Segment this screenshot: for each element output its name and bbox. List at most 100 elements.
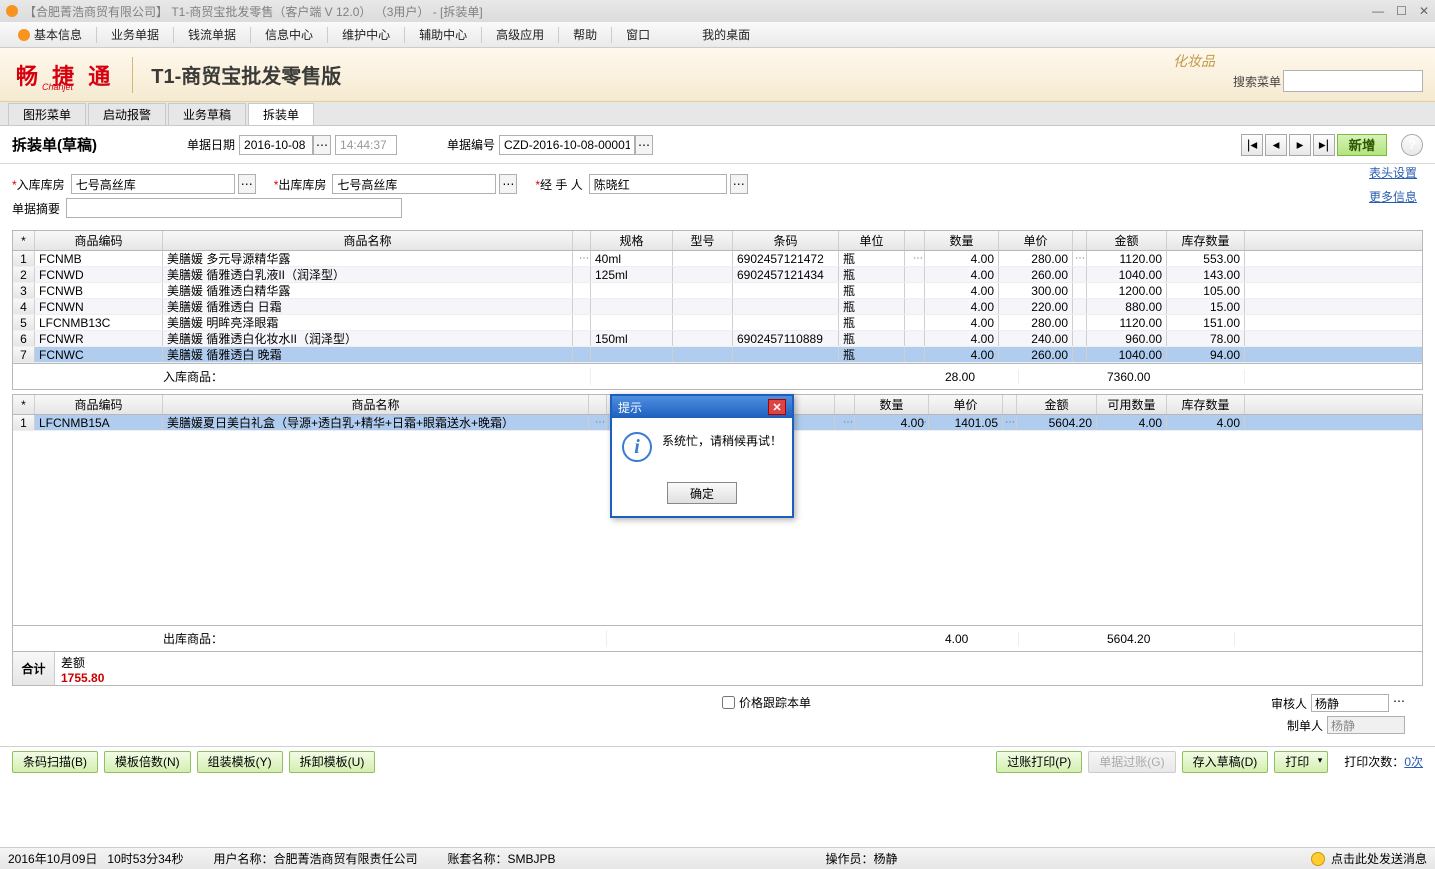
out-grid-footer: 出库商品： 4.00 5604.20 (13, 625, 1422, 651)
col-spec[interactable]: 规格 (591, 231, 673, 250)
print-button[interactable]: 打印 (1274, 751, 1328, 773)
header-settings-link[interactable]: 表头设置 (1369, 164, 1417, 181)
out-footer-amt: 5604.20 (1107, 632, 1235, 646)
new-button[interactable]: 新增 (1337, 134, 1387, 156)
total-label: 合计 (13, 652, 55, 685)
maker-label: 制单人 (1287, 717, 1323, 734)
out-footer-qty: 4.00 (945, 632, 1019, 646)
table-row[interactable]: 6FCNWR美膳媛 循雅透白化妆水II（润泽型）150ml69024571108… (13, 331, 1422, 347)
smiley-icon[interactable] (1311, 852, 1325, 866)
assemble-template-button[interactable]: 组装模板(Y) (197, 751, 283, 773)
in-grid: * 商品编码 商品名称 规格 型号 条码 单位 数量 单价 金额 库存数量 1F… (12, 230, 1423, 390)
more-info-link[interactable]: 更多信息 (1369, 188, 1417, 205)
handler-input[interactable] (589, 174, 727, 194)
menu-window[interactable]: 窗口 (612, 22, 664, 47)
print-count-label: 打印次数： (1344, 755, 1404, 769)
alert-dialog: 提示 ✕ i 系统忙，请稍候再试！ 确定 (610, 394, 794, 518)
diff-label: 差额 (61, 654, 104, 671)
price-track-checkbox[interactable] (722, 696, 735, 709)
dialog-close-icon[interactable]: ✕ (768, 399, 786, 415)
docno-label: 单据编号 (447, 136, 495, 153)
dialog-ok-button[interactable]: 确定 (667, 482, 737, 504)
auditor-picker-icon[interactable]: ⋯ (1393, 694, 1405, 712)
menu-aux[interactable]: 辅助中心 (405, 22, 481, 47)
tab-graph-menu[interactable]: 图形菜单 (8, 103, 86, 125)
help-icon[interactable]: ? (1401, 134, 1423, 156)
menu-desktop[interactable]: 我的桌面 (688, 22, 764, 47)
col-amount[interactable]: 金额 (1087, 231, 1167, 250)
maker-input (1327, 716, 1405, 734)
in-warehouse-picker-icon[interactable]: ⋯ (238, 174, 256, 194)
col-qty[interactable]: 数量 (925, 231, 999, 250)
maximize-icon[interactable]: ☐ (1396, 4, 1407, 18)
minimize-icon[interactable]: — (1372, 4, 1384, 18)
menu-maint[interactable]: 维护中心 (328, 22, 404, 47)
total-bar: 合计 差额 1755.80 (12, 652, 1423, 686)
date-label: 单据日期 (187, 136, 235, 153)
docno-input[interactable] (499, 135, 635, 155)
menu-basic[interactable]: 基本信息 (4, 22, 96, 47)
handler-picker-icon[interactable]: ⋯ (730, 174, 748, 194)
title-text: 【合肥菁浩商贸有限公司】 T1-商贸宝批发零售（客户端 V 12.0） （3用户… (24, 3, 483, 20)
menu-help[interactable]: 帮助 (559, 22, 611, 47)
template-mult-button[interactable]: 模板倍数(N) (104, 751, 191, 773)
in-grid-header: * 商品编码 商品名称 规格 型号 条码 单位 数量 单价 金额 库存数量 (13, 231, 1422, 251)
summary-input[interactable] (66, 198, 402, 218)
nav-first-button[interactable]: |◂ (1241, 134, 1263, 156)
col-price[interactable]: 单价 (999, 231, 1073, 250)
col-barcode[interactable]: 条码 (733, 231, 839, 250)
auditor-input[interactable] (1311, 694, 1389, 712)
out-warehouse-input[interactable] (332, 174, 496, 194)
doc-header: 拆装单(草稿) 单据日期 ⋯ 单据编号 ⋯ |◂ ◂ ▸ ▸| 新增 ? (0, 126, 1435, 164)
col-rownum[interactable]: * (13, 231, 35, 250)
action-bar: 条码扫描(B) 模板倍数(N) 组装模板(Y) 拆卸模板(U) 过账打印(P) … (0, 746, 1435, 776)
date-picker-icon[interactable]: ⋯ (313, 135, 331, 155)
doc-tabs: 图形菜单 启动报警 业务草稿 拆装单 (0, 102, 1435, 126)
brand-banner: 畅 捷 通 Chanjet T1-商贸宝批发零售版 化妆品 搜索菜单 (0, 48, 1435, 102)
menubar: 基本信息 业务单据 钱流单据 信息中心 维护中心 辅助中心 高级应用 帮助 窗口… (0, 22, 1435, 48)
table-row[interactable]: 4FCNWN美膳媛 循雅透白 日霜瓶4.00220.00880.0015.00 (13, 299, 1422, 315)
col-name[interactable]: 商品名称 (163, 231, 573, 250)
tab-drafts[interactable]: 业务草稿 (168, 103, 246, 125)
price-track-label: 价格跟踪本单 (739, 694, 811, 711)
table-row[interactable]: 1FCNMB美膳媛 多元导源精华露40ml6902457121472瓶4.002… (13, 251, 1422, 267)
status-time: 10时53分34秒 (107, 850, 183, 867)
product-name: T1-商贸宝批发零售版 (151, 60, 341, 89)
disassemble-template-button[interactable]: 拆卸模板(U) (289, 751, 376, 773)
nav-next-button[interactable]: ▸ (1289, 134, 1311, 156)
col-stock[interactable]: 库存数量 (1167, 231, 1245, 250)
post-print-button[interactable]: 过账打印(P) (996, 751, 1082, 773)
menu-adv[interactable]: 高级应用 (482, 22, 558, 47)
table-row[interactable]: 7FCNWC美膳媛 循雅透白 晚霜瓶4.00260.001040.0094.00 (13, 347, 1422, 363)
nav-last-button[interactable]: ▸| (1313, 134, 1335, 156)
barcode-scan-button[interactable]: 条码扫描(B) (12, 751, 98, 773)
nav-prev-button[interactable]: ◂ (1265, 134, 1287, 156)
menu-biz[interactable]: 业务单据 (97, 22, 173, 47)
col-model[interactable]: 型号 (673, 231, 733, 250)
col-unit[interactable]: 单位 (839, 231, 905, 250)
save-draft-button[interactable]: 存入草稿(D) (1182, 751, 1269, 773)
time-input[interactable] (335, 135, 397, 155)
tab-alarm[interactable]: 启动报警 (88, 103, 166, 125)
in-warehouse-input[interactable] (71, 174, 235, 194)
search-input[interactable] (1283, 70, 1423, 92)
dialog-message: 系统忙，请稍候再试！ (662, 432, 782, 449)
in-footer-amt: 7360.00 (1107, 370, 1245, 384)
search-label: 搜索菜单 (1233, 73, 1281, 90)
print-count-link[interactable]: 0次 (1404, 755, 1423, 769)
tab-disassembly[interactable]: 拆装单 (248, 103, 314, 125)
table-row[interactable]: 3FCNWB美膳媛 循雅透白精华露瓶4.00300.001200.00105.0… (13, 283, 1422, 299)
close-window-icon[interactable]: ✕ (1419, 4, 1429, 18)
docno-picker-icon[interactable]: ⋯ (635, 135, 653, 155)
table-row[interactable]: 2FCNWD美膳媛 循雅透白乳液II（润泽型）125ml690245712143… (13, 267, 1422, 283)
menu-info[interactable]: 信息中心 (251, 22, 327, 47)
in-footer-qty: 28.00 (945, 370, 1019, 384)
table-row[interactable]: 5LFCNMB13C美膳媛 明眸亮泽眼霜瓶4.00280.001120.0015… (13, 315, 1422, 331)
status-message-link[interactable]: 点击此处发送消息 (1331, 850, 1427, 867)
in-grid-footer: 入库商品： 28.00 7360.00 (13, 363, 1422, 389)
menu-money[interactable]: 钱流单据 (174, 22, 250, 47)
out-warehouse-picker-icon[interactable]: ⋯ (499, 174, 517, 194)
date-input[interactable] (239, 135, 313, 155)
col-code[interactable]: 商品编码 (35, 231, 163, 250)
status-user: 合肥菁浩商贸有限责任公司 (273, 852, 417, 866)
